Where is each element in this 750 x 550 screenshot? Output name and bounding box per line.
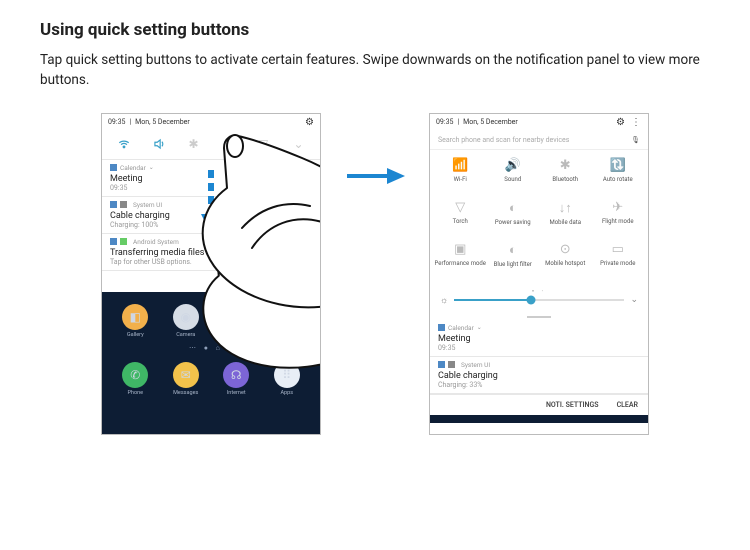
swipe-down-arrow-icon (200, 168, 222, 240)
noti-settings-button[interactable]: NOTI. SETTINGS (546, 401, 599, 409)
app-gallery[interactable]: ◧ (122, 304, 148, 330)
qs-tile-wifi[interactable]: 📶Wi-Fi (434, 158, 487, 200)
private-icon: ▭ (612, 242, 624, 257)
qs-tile-hotspot[interactable]: ⊙Mobile hotspot (539, 242, 592, 284)
more-icon[interactable]: ⋮ (631, 117, 642, 128)
qs-tile-blf[interactable]: ◐Blue light filter (487, 242, 540, 284)
page-heading: Using quick setting buttons (40, 20, 710, 40)
bt-icon: ✱ (560, 158, 571, 173)
qs-tile-flight[interactable]: ✈Flight mode (592, 200, 645, 242)
page-intro: Tap quick setting buttons to activate ce… (40, 50, 710, 91)
noti-settings-button[interactable]: NOTI. SETTINGS (102, 271, 320, 289)
qs-tile-perf[interactable]: ▣Performance mode (434, 242, 487, 284)
app-phone[interactable]: ✆ (122, 362, 148, 388)
status-time: 09:35 (108, 118, 125, 126)
app-apps[interactable]: ⠿ (274, 362, 300, 388)
sound-icon: 🔊 (505, 158, 521, 173)
status-date: Mon, 5 December (135, 118, 190, 126)
rotate-icon: 🔃 (610, 158, 626, 173)
status-bar: 09:35 | Mon, 5 December ⚙ (102, 114, 320, 131)
qs-tile-rotate[interactable]: 🔃Auto rotate (592, 158, 645, 200)
app-camera[interactable]: ◉ (173, 304, 199, 330)
notif-card[interactable]: Calendar ⌄ Meeting 09:35 (430, 320, 648, 357)
quick-row: ✱ ▽ ⌄ (102, 131, 320, 160)
clear-button[interactable]: CLEAR (617, 401, 638, 409)
flight-icon: ✈ (612, 200, 623, 215)
phone-expanded: 09:35 | Mon, 5 December ⚙ ⋮ Search phone… (429, 113, 649, 435)
app-google[interactable]: G (274, 304, 300, 330)
gear-icon[interactable]: ⚙ (616, 117, 625, 128)
bluetooth-icon[interactable]: ✱ (185, 135, 203, 153)
qs-tile-data[interactable]: ↓↑Mobile data (539, 200, 592, 242)
qs-tile-private[interactable]: ▭Private mode (592, 242, 645, 284)
panel-handle[interactable] (527, 316, 551, 318)
wifi-icon[interactable] (115, 135, 133, 153)
sound-icon[interactable] (150, 135, 168, 153)
chevron-down-icon[interactable]: ⌄ (630, 295, 638, 305)
transition-arrow-icon (345, 113, 405, 467)
status-bar: 09:35 | Mon, 5 December ⚙ ⋮ (430, 114, 648, 131)
grid-page-dots: • · (430, 288, 648, 295)
phone-collapsed: 09:35 | Mon, 5 December ⚙ ✱ ▽ ⌄ Calendar… (101, 113, 321, 435)
figure-wrap: 09:35 | Mon, 5 December ⚙ ✱ ▽ ⌄ Calendar… (40, 113, 710, 467)
qs-tile-sound[interactable]: 🔊Sound (487, 158, 540, 200)
app-playstore[interactable]: ▶ (223, 304, 249, 330)
blf-icon: ◐ (509, 242, 517, 258)
home-screen: ◧Gallery ◉Camera ▶Play Store GGoogle ⋯ ●… (102, 292, 320, 434)
qs-tile-bt[interactable]: ✱Bluetooth (539, 158, 592, 200)
search-bar[interactable]: Search phone and scan for nearby devices… (430, 131, 648, 150)
qs-tile-power[interactable]: ◐Power saving (487, 200, 540, 242)
qs-tile-torch[interactable]: ▽Torch (434, 200, 487, 242)
home-strip (430, 415, 648, 423)
power-icon: ◐ (509, 200, 517, 216)
wifi-icon: 📶 (452, 158, 468, 173)
page-indicator: ⋯ ● ⌂ • (110, 344, 312, 352)
status-time: 09:35 (436, 118, 453, 126)
gear-icon[interactable]: ⚙ (305, 117, 314, 128)
quick-settings-grid: 📶Wi-Fi🔊Sound✱Bluetooth🔃Auto rotate ▽Torch… (430, 150, 648, 288)
notif-card[interactable]: System UI Cable charging Charging: 33% (430, 357, 648, 394)
app-internet[interactable]: ☊ (223, 362, 249, 388)
app-messages[interactable]: ✉ (173, 362, 199, 388)
status-date: Mon, 5 December (463, 118, 518, 126)
expand-icon[interactable]: ⌄ (290, 135, 308, 153)
mic-icon[interactable]: 🎙 (631, 136, 640, 144)
perf-icon: ▣ (454, 242, 466, 257)
brightness-slider[interactable]: ☼ ⌄ (430, 295, 648, 312)
hotspot-icon: ⊙ (560, 242, 571, 257)
torch-icon[interactable]: ▽ (255, 135, 273, 153)
torch-icon: ▽ (455, 200, 465, 215)
rotate-icon[interactable] (220, 135, 238, 153)
data-icon: ↓↑ (559, 200, 572, 216)
brightness-icon: ☼ (440, 295, 448, 306)
